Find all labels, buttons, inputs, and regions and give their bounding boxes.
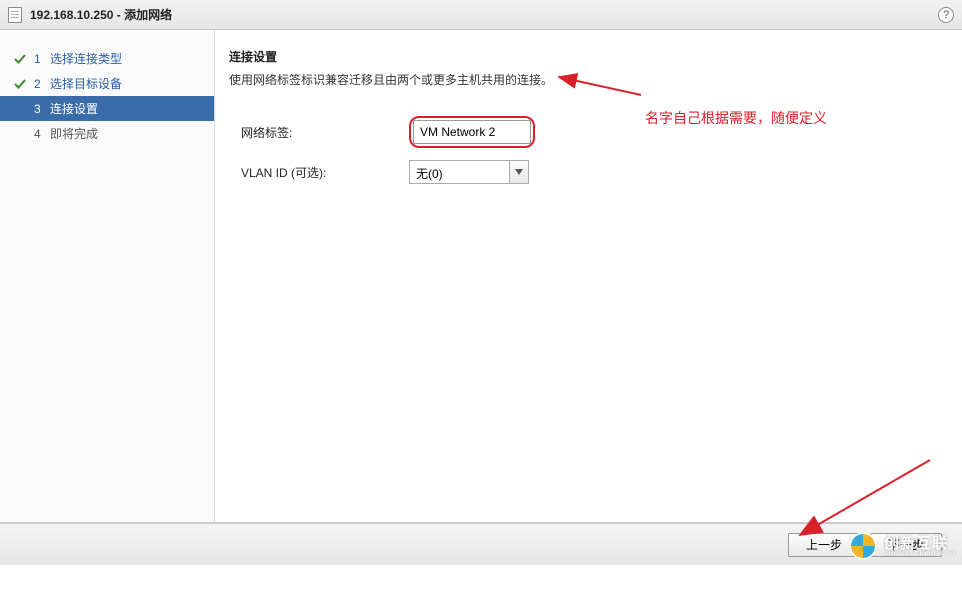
help-button[interactable]: ? [938, 7, 954, 23]
content-heading: 连接设置 [229, 48, 942, 65]
network-label-label: 网络标签: [229, 124, 409, 141]
wizard-step-2[interactable]: 2 选择目标设备 [0, 71, 214, 96]
annotation-highlight-box [409, 116, 535, 148]
wizard-footer: 上一步 下一步 [0, 523, 962, 565]
wizard-sidebar: 1 选择连接类型 2 选择目标设备 3 连接设置 4 即将完成 [0, 30, 215, 522]
titlebar: 192.168.10.250 - 添加网络 ? [0, 0, 962, 30]
check-icon [14, 78, 26, 90]
wizard-content: 连接设置 使用网络标签标识兼容迁移且由两个或更多主机共用的连接。 网络标签: V… [215, 30, 962, 522]
vlan-select-dropdown-button[interactable] [509, 160, 529, 184]
content-subheading: 使用网络标签标识兼容迁移且由两个或更多主机共用的连接。 [229, 71, 942, 88]
wizard-step-3[interactable]: 3 连接设置 [0, 96, 214, 121]
window-title: 192.168.10.250 - 添加网络 [30, 6, 172, 23]
vlan-select-value: 无(0) [409, 160, 509, 184]
prev-button[interactable]: 上一步 [788, 533, 860, 557]
step-number: 3 [34, 102, 44, 116]
wizard-step-4[interactable]: 4 即将完成 [0, 121, 214, 146]
check-icon [14, 53, 26, 65]
step-label: 即将完成 [50, 125, 98, 142]
step-label: 选择目标设备 [50, 75, 122, 92]
next-button[interactable]: 下一步 [870, 533, 942, 557]
annotation-text: 名字自己根据需要，随便定义 [645, 108, 827, 128]
wizard-step-1[interactable]: 1 选择连接类型 [0, 46, 214, 71]
vlan-select[interactable]: 无(0) [409, 160, 529, 184]
vlan-label: VLAN ID (可选): [229, 164, 409, 181]
step-number: 2 [34, 77, 44, 91]
host-icon [8, 7, 22, 23]
network-label-row: 网络标签: [229, 116, 942, 148]
network-label-input[interactable] [413, 120, 531, 144]
step-label: 连接设置 [50, 100, 98, 117]
step-label: 选择连接类型 [50, 50, 122, 67]
step-number: 1 [34, 52, 44, 66]
step-number: 4 [34, 127, 44, 141]
chevron-down-icon [515, 169, 523, 175]
wizard-body: 1 选择连接类型 2 选择目标设备 3 连接设置 4 即将完成 连接设置 [0, 30, 962, 523]
vlan-row: VLAN ID (可选): 无(0) [229, 160, 942, 184]
